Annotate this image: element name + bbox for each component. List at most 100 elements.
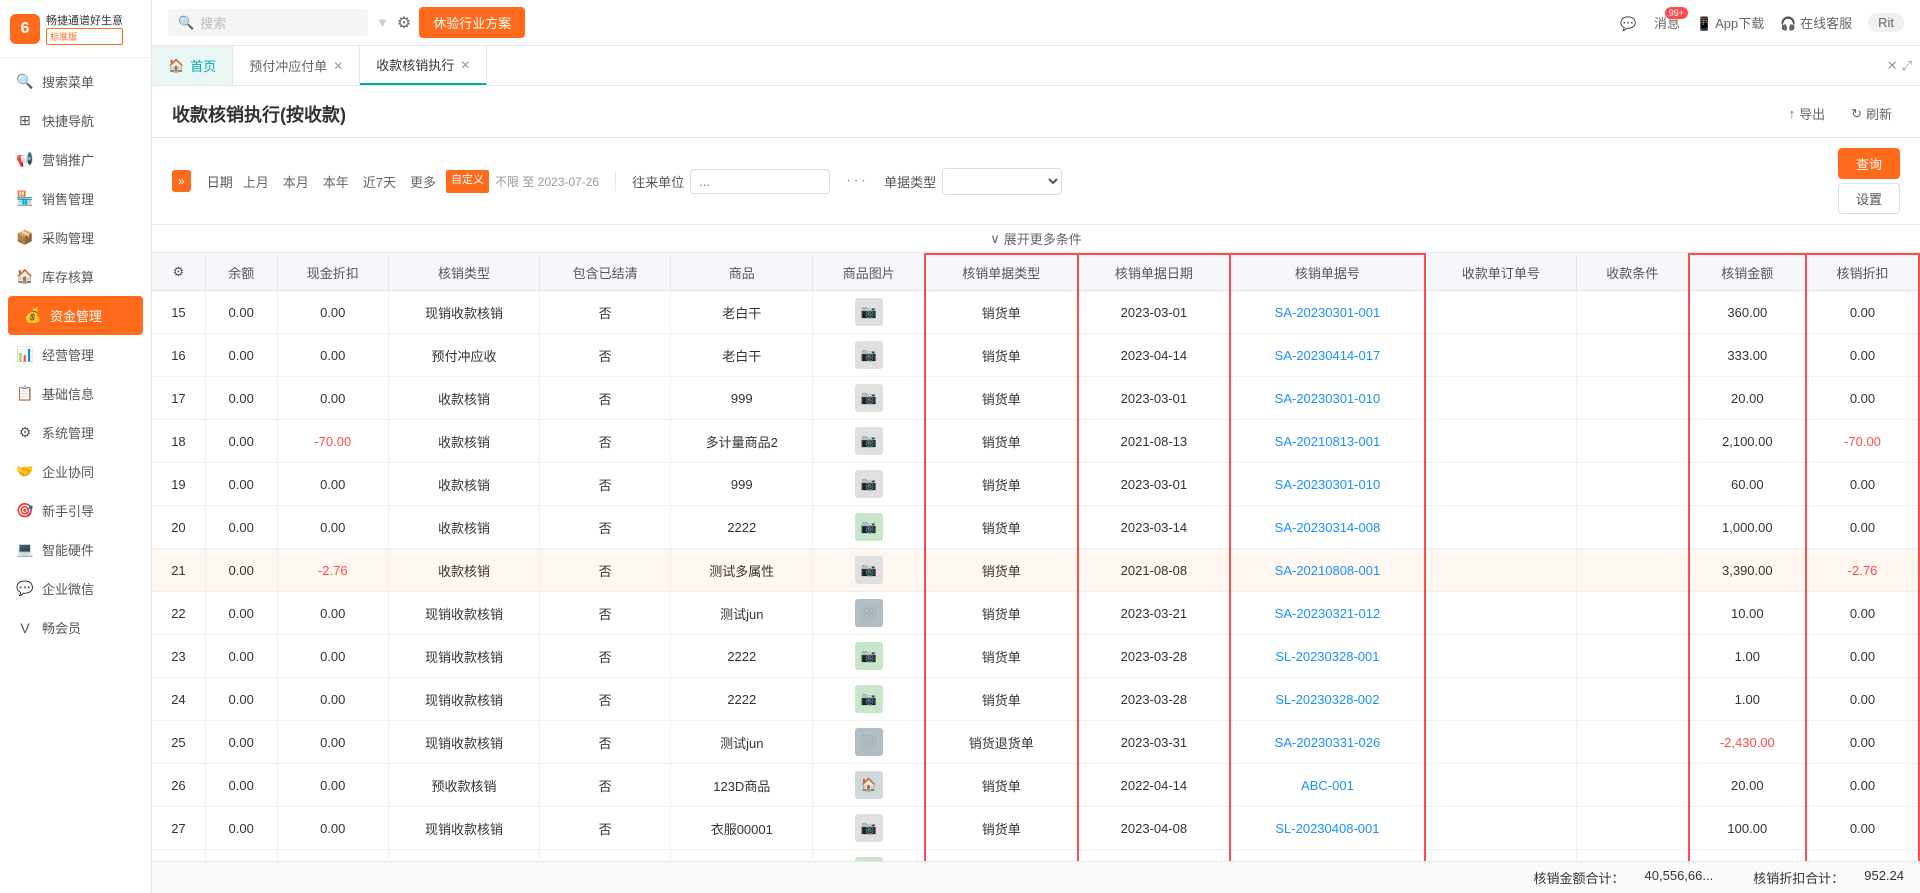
cell-bill-no[interactable]: SL-20230418-001	[1230, 850, 1425, 862]
maximize-icon[interactable]: ⤢	[1902, 58, 1912, 74]
cell-no: 16	[152, 334, 205, 377]
col-cash-discount: 现金折扣	[277, 254, 388, 291]
cell-goods-img: 📷	[813, 506, 925, 549]
cell-bill-report-type: 销货单	[925, 291, 1078, 334]
cell-balance: 0.00	[205, 506, 277, 549]
cell-bill-no[interactable]: SA-20230331-026	[1230, 721, 1425, 764]
cell-bill-no[interactable]: SA-20210813-001	[1230, 420, 1425, 463]
bill-no-link[interactable]: SA-20230331-026	[1275, 735, 1381, 750]
expand-icon[interactable]: »	[172, 170, 191, 192]
sidebar-item-system[interactable]: ⚙ 系统管理	[0, 413, 151, 452]
top-gear-icon[interactable]: ⚙	[397, 13, 411, 33]
footer-total-discount: 952.24	[1864, 868, 1904, 887]
cell-bill-no[interactable]: SL-20230408-001	[1230, 807, 1425, 850]
cell-bill-no[interactable]: SA-20230314-008	[1230, 506, 1425, 549]
col-bill-date: 核销单据日期	[1078, 254, 1231, 291]
top-search[interactable]: 🔍 搜索	[168, 9, 368, 36]
sidebar: 6 畅捷通谱好生意 标准版 🔍 搜索菜单 ⊞ 快捷导航 📢 营销推广 🏪 销售管…	[0, 0, 152, 893]
cell-verify-type: 预收款核销	[388, 764, 539, 807]
bill-type-select[interactable]	[942, 168, 1062, 195]
bill-no-link[interactable]: SA-20230301-010	[1275, 391, 1381, 406]
date-last-month[interactable]: 上月	[239, 170, 273, 193]
bill-no-link[interactable]: SA-20210808-001	[1275, 563, 1381, 578]
date-this-year[interactable]: 本年	[319, 170, 353, 193]
footer-total-amount: 40,556,66...	[1645, 868, 1714, 887]
bill-no-link[interactable]: SL-20230328-001	[1275, 649, 1379, 664]
bill-no-link[interactable]: SA-20230314-008	[1275, 520, 1381, 535]
table-row: 26 0.00 0.00 预收款核销 否 123D商品 🏠 销货单 2022-0…	[152, 764, 1919, 807]
cell-bill-no[interactable]: SL-20230328-001	[1230, 635, 1425, 678]
cell-verify-discount: 0.00	[1806, 807, 1919, 850]
app-download-link[interactable]: 📱 App下载	[1696, 13, 1764, 32]
enterprise-icon: 🤝	[16, 463, 34, 481]
setting-button[interactable]: 设置	[1838, 183, 1900, 214]
cell-cash-discount: -2.76	[277, 549, 388, 592]
dropdown-arrow[interactable]: ▼	[376, 15, 389, 30]
sidebar-item-hardware[interactable]: 💻 智能硬件	[0, 530, 151, 569]
cell-verify-discount: 0.00	[1806, 635, 1919, 678]
cell-included: 否	[539, 334, 670, 377]
close-window-icon[interactable]: ✕	[1887, 58, 1898, 74]
cell-bill-no[interactable]: SA-20230301-010	[1230, 463, 1425, 506]
sidebar-item-basic[interactable]: 📋 基础信息	[0, 374, 151, 413]
bill-no-link[interactable]: SA-20230321-012	[1275, 606, 1381, 621]
sidebar-item-wechat[interactable]: 💬 企业微信	[0, 569, 151, 608]
bill-no-link[interactable]: SA-20210813-001	[1275, 434, 1381, 449]
sidebar-item-quick-nav[interactable]: ⊞ 快捷导航	[0, 101, 151, 140]
tab-close-receipt[interactable]: ✕	[460, 58, 470, 72]
sidebar-item-newbie[interactable]: 🎯 新手引导	[0, 491, 151, 530]
bill-no-link[interactable]: SL-20230408-001	[1275, 821, 1379, 836]
tab-close-prepay[interactable]: ✕	[333, 59, 343, 73]
sidebar-item-sales[interactable]: 🏪 销售管理	[0, 179, 151, 218]
refresh-button[interactable]: ↻ 刷新	[1843, 100, 1900, 127]
date-7days[interactable]: 近7天	[359, 170, 400, 193]
cell-bill-no[interactable]: SA-20230414-017	[1230, 334, 1425, 377]
col-gear[interactable]: ⚙	[152, 254, 205, 291]
inventory-icon: 🏠	[16, 268, 34, 286]
tab-prepay[interactable]: 预付冲应付单 ✕	[233, 46, 360, 85]
sidebar-item-finance[interactable]: 💰 资金管理	[8, 296, 143, 335]
bill-no-link[interactable]: SL-20230328-002	[1275, 692, 1379, 707]
bill-no-link[interactable]: ABC-001	[1301, 778, 1354, 793]
cell-bill-no[interactable]: SA-20230301-010	[1230, 377, 1425, 420]
user-name[interactable]: Rit	[1868, 13, 1904, 32]
query-button[interactable]: 查询	[1838, 148, 1900, 179]
sidebar-item-enterprise[interactable]: 🤝 企业协同	[0, 452, 151, 491]
col-include-settled: 包含已结清	[539, 254, 670, 291]
cell-receipt-order-no	[1425, 377, 1577, 420]
date-this-month[interactable]: 本月	[279, 170, 313, 193]
sidebar-item-purchase[interactable]: 📦 采购管理	[0, 218, 151, 257]
industry-button[interactable]: 休验行业方案	[419, 7, 525, 38]
partner-input[interactable]	[690, 169, 830, 194]
cell-goods-img: 📷	[813, 463, 925, 506]
export-button[interactable]: ↑ 导出	[1781, 100, 1834, 127]
cell-verify-amount: 1.00	[1689, 635, 1806, 678]
cell-bill-report-type: 销货单	[925, 635, 1078, 678]
cell-bill-no[interactable]: SA-20210808-001	[1230, 549, 1425, 592]
tab-receipt[interactable]: 收款核销执行 ✕	[360, 46, 487, 85]
expand-more-button[interactable]: ∨ 展开更多条件	[990, 229, 1082, 248]
cell-cash-discount: 0.00	[277, 592, 388, 635]
message-area[interactable]: 💬 99+ 消息	[1620, 13, 1680, 32]
cell-bill-no[interactable]: ABC-001	[1230, 764, 1425, 807]
bill-no-link[interactable]: SA-20230301-010	[1275, 477, 1381, 492]
bill-no-link[interactable]: SA-20230301-001	[1275, 305, 1381, 320]
sidebar-item-business[interactable]: 📊 经营管理	[0, 335, 151, 374]
bill-no-link[interactable]: SA-20230414-017	[1275, 348, 1381, 363]
sidebar-item-inventory[interactable]: 🏠 库存核算	[0, 257, 151, 296]
page-title: 收款核销执行(按收款)	[172, 101, 346, 127]
online-service-link[interactable]: 🎧 在线客服	[1780, 13, 1852, 32]
sidebar-item-search[interactable]: 🔍 搜索菜单	[0, 62, 151, 101]
col-receipt-condition: 收款条件	[1576, 254, 1688, 291]
cell-bill-no[interactable]: SA-20230301-001	[1230, 291, 1425, 334]
cell-included: 否	[539, 291, 670, 334]
tab-home[interactable]: 🏠 首页	[152, 46, 233, 85]
cell-bill-no[interactable]: SL-20230328-002	[1230, 678, 1425, 721]
date-more[interactable]: 更多	[406, 170, 440, 193]
sidebar-item-marketing[interactable]: 📢 营销推广	[0, 140, 151, 179]
sidebar-item-vip[interactable]: V 畅会员	[0, 608, 151, 647]
date-custom[interactable]: 自定义	[446, 170, 489, 193]
cell-bill-no[interactable]: SA-20230321-012	[1230, 592, 1425, 635]
expand-toggle[interactable]: »	[172, 170, 191, 192]
cell-goods: 老白干	[671, 334, 813, 377]
